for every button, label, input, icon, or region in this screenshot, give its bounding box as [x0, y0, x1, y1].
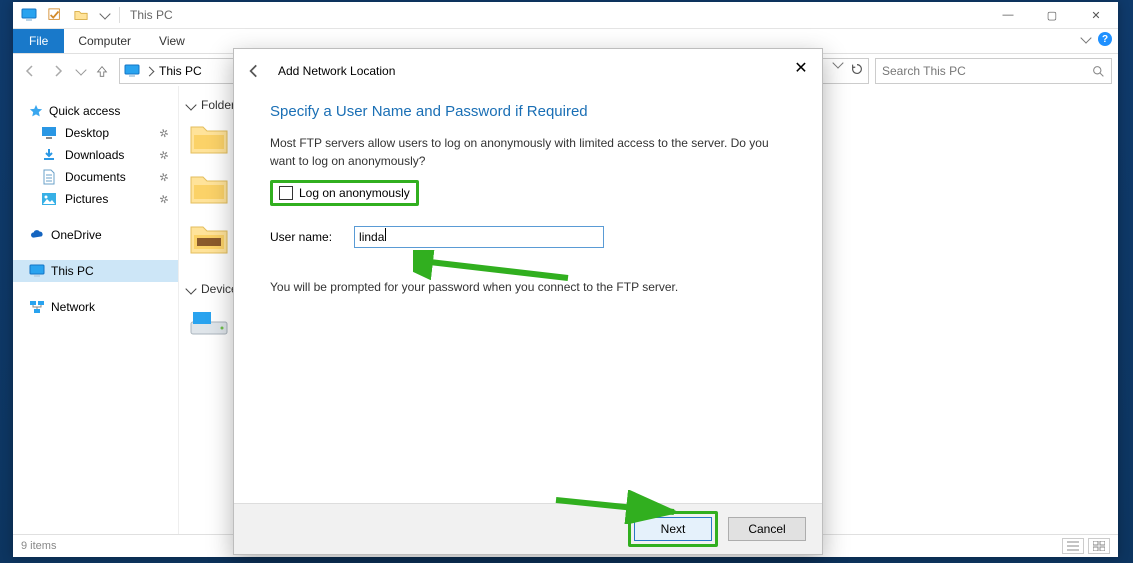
- breadcrumb-separator[interactable]: [145, 66, 155, 76]
- chevron-down-icon: [185, 283, 196, 294]
- search-placeholder: Search This PC: [882, 64, 966, 78]
- refresh-icon[interactable]: [850, 62, 864, 76]
- nav-back-button[interactable]: [19, 60, 41, 82]
- cancel-button[interactable]: Cancel: [728, 517, 806, 541]
- add-network-location-wizard: Add Network Location ✕ Specify a User Na…: [233, 48, 823, 555]
- search-icon: [1092, 65, 1105, 78]
- sidebar: Quick access Desktop ✲ Downloads ✲ Docum…: [13, 86, 179, 535]
- caret: [385, 228, 386, 241]
- this-pc-icon: [29, 263, 45, 279]
- pictures-icon: [41, 191, 57, 207]
- search-box[interactable]: Search This PC: [875, 58, 1112, 84]
- computer-tab[interactable]: Computer: [64, 29, 145, 53]
- sidebar-item-desktop[interactable]: Desktop ✲: [13, 122, 178, 144]
- sidebar-network[interactable]: Network: [13, 296, 178, 318]
- wizard-title-text: Add Network Location: [278, 64, 395, 78]
- sidebar-item-pictures[interactable]: Pictures ✲: [13, 188, 178, 210]
- pin-icon: ✲: [156, 125, 172, 141]
- ribbon-expand-icon[interactable]: [1080, 32, 1091, 43]
- maximize-button[interactable]: ▢: [1030, 2, 1074, 28]
- nav-forward-button[interactable]: [47, 60, 69, 82]
- sidebar-onedrive[interactable]: OneDrive: [13, 224, 178, 246]
- drive-icon: [189, 308, 229, 338]
- wizard-titlebar: Add Network Location ✕: [234, 49, 822, 93]
- anonymous-checkbox[interactable]: [279, 186, 293, 200]
- wizard-footer: Next Cancel: [234, 503, 822, 554]
- qat-new-folder-icon[interactable]: [73, 7, 89, 23]
- minimize-button[interactable]: —: [986, 2, 1030, 28]
- documents-icon: [41, 169, 57, 185]
- sidebar-this-pc[interactable]: This PC: [13, 260, 178, 282]
- network-icon: [29, 299, 45, 315]
- pin-icon: ✲: [156, 147, 172, 163]
- annotation-arrow: [413, 250, 573, 290]
- nav-history-dropdown[interactable]: [75, 64, 86, 75]
- username-input[interactable]: linda: [354, 226, 604, 248]
- chevron-down-icon: [185, 99, 196, 110]
- titlebar: This PC — ▢ ✕: [13, 2, 1118, 29]
- folder-icon: [189, 221, 229, 257]
- this-pc-icon: [21, 7, 37, 23]
- view-tab[interactable]: View: [145, 29, 199, 53]
- close-button[interactable]: ✕: [1074, 2, 1118, 28]
- wizard-close-button[interactable]: ✕: [786, 55, 816, 81]
- wizard-back-button[interactable]: [244, 61, 264, 81]
- username-label: User name:: [270, 230, 332, 244]
- star-icon: [29, 104, 43, 118]
- anonymous-checkbox-highlight: Log on anonymously: [270, 180, 419, 206]
- nav-up-button[interactable]: [91, 60, 113, 82]
- wizard-body-text-1: Most FTP servers allow users to log on a…: [270, 134, 786, 170]
- pin-icon: ✲: [156, 169, 172, 185]
- sidebar-item-downloads[interactable]: Downloads ✲: [13, 144, 178, 166]
- folder-icon: [189, 171, 229, 207]
- pin-icon: ✲: [156, 191, 172, 207]
- desktop-icon: [41, 125, 57, 141]
- qat-properties-icon[interactable]: [47, 7, 63, 23]
- sidebar-item-documents[interactable]: Documents ✲: [13, 166, 178, 188]
- folder-icon: [189, 121, 229, 157]
- view-large-button[interactable]: [1088, 538, 1110, 554]
- qat-dropdown-icon[interactable]: [99, 8, 110, 19]
- breadcrumb-this-pc[interactable]: This PC: [159, 64, 202, 78]
- address-pc-icon: [124, 63, 140, 79]
- onedrive-icon: [29, 227, 45, 243]
- help-icon[interactable]: ?: [1098, 32, 1112, 46]
- downloads-icon: [41, 147, 57, 163]
- address-dropdown-icon[interactable]: [832, 57, 843, 68]
- annotation-arrow: [552, 490, 682, 524]
- window-title: This PC: [130, 8, 173, 22]
- file-tab[interactable]: File: [13, 29, 64, 53]
- anonymous-checkbox-label: Log on anonymously: [299, 186, 410, 200]
- view-details-button[interactable]: [1062, 538, 1084, 554]
- status-count: 9 items: [21, 540, 56, 552]
- wizard-heading: Specify a User Name and Password if Requ…: [270, 103, 786, 120]
- sidebar-quick-access[interactable]: Quick access: [13, 100, 178, 122]
